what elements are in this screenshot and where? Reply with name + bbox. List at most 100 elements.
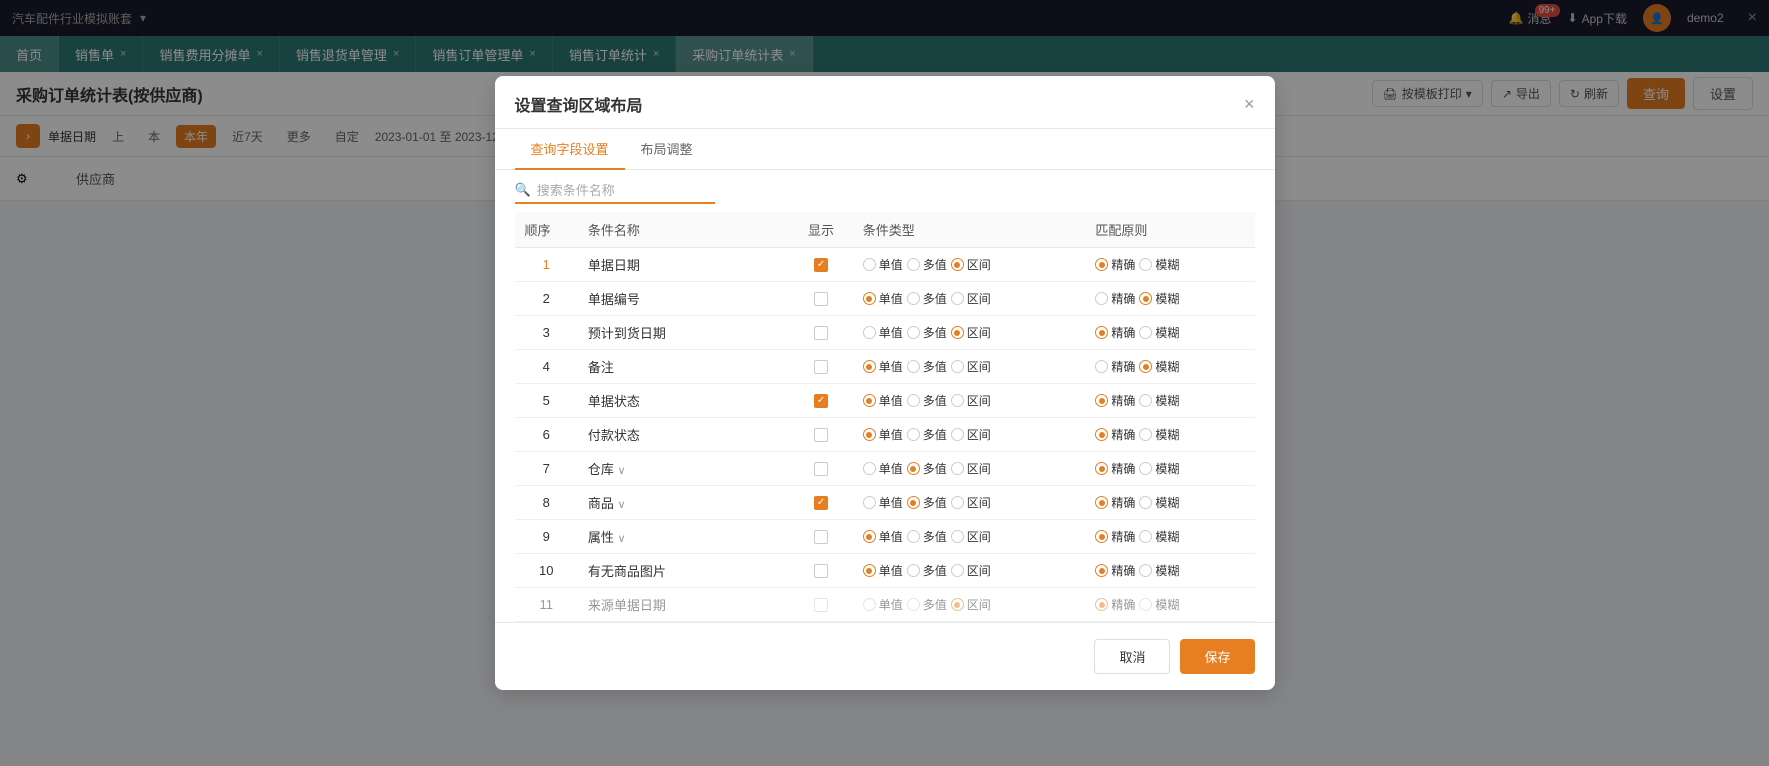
row-match-7: 精确模糊: [1085, 452, 1254, 486]
type-range-5[interactable]: 区间: [951, 392, 991, 409]
type-multi-5[interactable]: 多值: [907, 392, 947, 409]
match-fuzzy-1[interactable]: 模糊: [1139, 256, 1179, 273]
type-range-7[interactable]: 区间: [951, 460, 991, 477]
type-single-3[interactable]: 单值: [863, 324, 903, 341]
match-exact-4[interactable]: 精确: [1095, 358, 1135, 375]
match-fuzzy-8[interactable]: 模糊: [1139, 494, 1179, 511]
type-range-9[interactable]: 区间: [951, 528, 991, 545]
row-type-8: 单值多值区间: [853, 486, 1086, 520]
row-display-4[interactable]: [789, 350, 852, 384]
match-fuzzy-11[interactable]: 模糊: [1139, 596, 1179, 613]
match-fuzzy-9[interactable]: 模糊: [1139, 528, 1179, 545]
save-btn[interactable]: 保存: [1180, 639, 1254, 674]
match-exact-11[interactable]: 精确: [1095, 596, 1135, 613]
type-multi-10[interactable]: 多值: [907, 562, 947, 579]
type-single-10[interactable]: 单值: [863, 562, 903, 579]
type-multi-1[interactable]: 多值: [907, 256, 947, 273]
modal-close-btn[interactable]: ×: [1244, 94, 1255, 115]
row-type-10: 单值多值区间: [853, 554, 1086, 588]
modal-tab-layout[interactable]: 布局调整: [625, 129, 709, 170]
row-type-4: 单值多值区间: [853, 350, 1086, 384]
row-match-4: 精确模糊: [1085, 350, 1254, 384]
type-range-2[interactable]: 区间: [951, 290, 991, 307]
display-checkbox-5[interactable]: [814, 394, 828, 408]
type-single-8[interactable]: 单值: [863, 494, 903, 511]
row-display-5[interactable]: [789, 384, 852, 418]
display-checkbox-1[interactable]: [814, 258, 828, 272]
row-display-9[interactable]: [789, 520, 852, 554]
match-fuzzy-6[interactable]: 模糊: [1139, 426, 1179, 443]
type-range-8[interactable]: 区间: [951, 494, 991, 511]
type-single-11[interactable]: 单值: [863, 596, 903, 613]
match-fuzzy-3[interactable]: 模糊: [1139, 324, 1179, 341]
modal-table: 顺序 条件名称 显示 条件类型 匹配原则 1单据日期单值多值区间精确模糊2单据编…: [515, 212, 1255, 622]
row-order-8: 8: [515, 486, 578, 520]
type-single-9[interactable]: 单值: [863, 528, 903, 545]
row-name-8: 商品 ∨: [578, 486, 789, 520]
display-checkbox-10[interactable]: [814, 564, 828, 578]
row-name-7: 仓库 ∨: [578, 452, 789, 486]
type-multi-6[interactable]: 多值: [907, 426, 947, 443]
modal-tab-query-fields[interactable]: 查询字段设置: [515, 129, 625, 170]
type-range-11[interactable]: 区间: [951, 596, 991, 613]
display-checkbox-11[interactable]: [814, 598, 828, 612]
match-fuzzy-5[interactable]: 模糊: [1139, 392, 1179, 409]
type-single-1[interactable]: 单值: [863, 256, 903, 273]
search-input[interactable]: [537, 183, 715, 198]
row-match-5: 精确模糊: [1085, 384, 1254, 418]
row-display-8[interactable]: [789, 486, 852, 520]
type-multi-11[interactable]: 多值: [907, 596, 947, 613]
type-range-3[interactable]: 区间: [951, 324, 991, 341]
row-display-11[interactable]: [789, 588, 852, 622]
col-order: 顺序: [515, 212, 578, 248]
match-exact-1[interactable]: 精确: [1095, 256, 1135, 273]
match-exact-6[interactable]: 精确: [1095, 426, 1135, 443]
type-multi-8[interactable]: 多值: [907, 494, 947, 511]
row-display-2[interactable]: [789, 282, 852, 316]
type-multi-4[interactable]: 多值: [907, 358, 947, 375]
match-exact-10[interactable]: 精确: [1095, 562, 1135, 579]
row-display-1[interactable]: [789, 248, 852, 282]
type-multi-9[interactable]: 多值: [907, 528, 947, 545]
type-range-10[interactable]: 区间: [951, 562, 991, 579]
match-exact-5[interactable]: 精确: [1095, 392, 1135, 409]
match-exact-9[interactable]: 精确: [1095, 528, 1135, 545]
type-range-6[interactable]: 区间: [951, 426, 991, 443]
match-fuzzy-4[interactable]: 模糊: [1139, 358, 1179, 375]
type-single-2[interactable]: 单值: [863, 290, 903, 307]
search-wrap: 🔍: [515, 182, 715, 204]
row-type-7: 单值多值区间: [853, 452, 1086, 486]
type-single-6[interactable]: 单值: [863, 426, 903, 443]
cancel-btn[interactable]: 取消: [1094, 639, 1170, 674]
display-checkbox-2[interactable]: [814, 292, 828, 306]
row-display-3[interactable]: [789, 316, 852, 350]
row-display-6[interactable]: [789, 418, 852, 452]
type-range-4[interactable]: 区间: [951, 358, 991, 375]
type-single-4[interactable]: 单值: [863, 358, 903, 375]
match-fuzzy-7[interactable]: 模糊: [1139, 460, 1179, 477]
type-single-7[interactable]: 单值: [863, 460, 903, 477]
match-fuzzy-10[interactable]: 模糊: [1139, 562, 1179, 579]
row-match-8: 精确模糊: [1085, 486, 1254, 520]
row-display-10[interactable]: [789, 554, 852, 588]
match-exact-2[interactable]: 精确: [1095, 290, 1135, 307]
type-multi-2[interactable]: 多值: [907, 290, 947, 307]
display-checkbox-4[interactable]: [814, 360, 828, 374]
row-order-2: 2: [515, 282, 578, 316]
row-name-11: 来源单据日期: [578, 588, 789, 622]
type-range-1[interactable]: 区间: [951, 256, 991, 273]
row-display-7[interactable]: [789, 452, 852, 486]
display-checkbox-8[interactable]: [814, 496, 828, 510]
type-single-5[interactable]: 单值: [863, 392, 903, 409]
display-checkbox-9[interactable]: [814, 530, 828, 544]
match-exact-7[interactable]: 精确: [1095, 460, 1135, 477]
display-checkbox-3[interactable]: [814, 326, 828, 340]
type-multi-7[interactable]: 多值: [907, 460, 947, 477]
match-exact-3[interactable]: 精确: [1095, 324, 1135, 341]
display-checkbox-7[interactable]: [814, 462, 828, 476]
match-fuzzy-2[interactable]: 模糊: [1139, 290, 1179, 307]
type-multi-3[interactable]: 多值: [907, 324, 947, 341]
table-header-row: 顺序 条件名称 显示 条件类型 匹配原则: [515, 212, 1255, 248]
display-checkbox-6[interactable]: [814, 428, 828, 442]
match-exact-8[interactable]: 精确: [1095, 494, 1135, 511]
